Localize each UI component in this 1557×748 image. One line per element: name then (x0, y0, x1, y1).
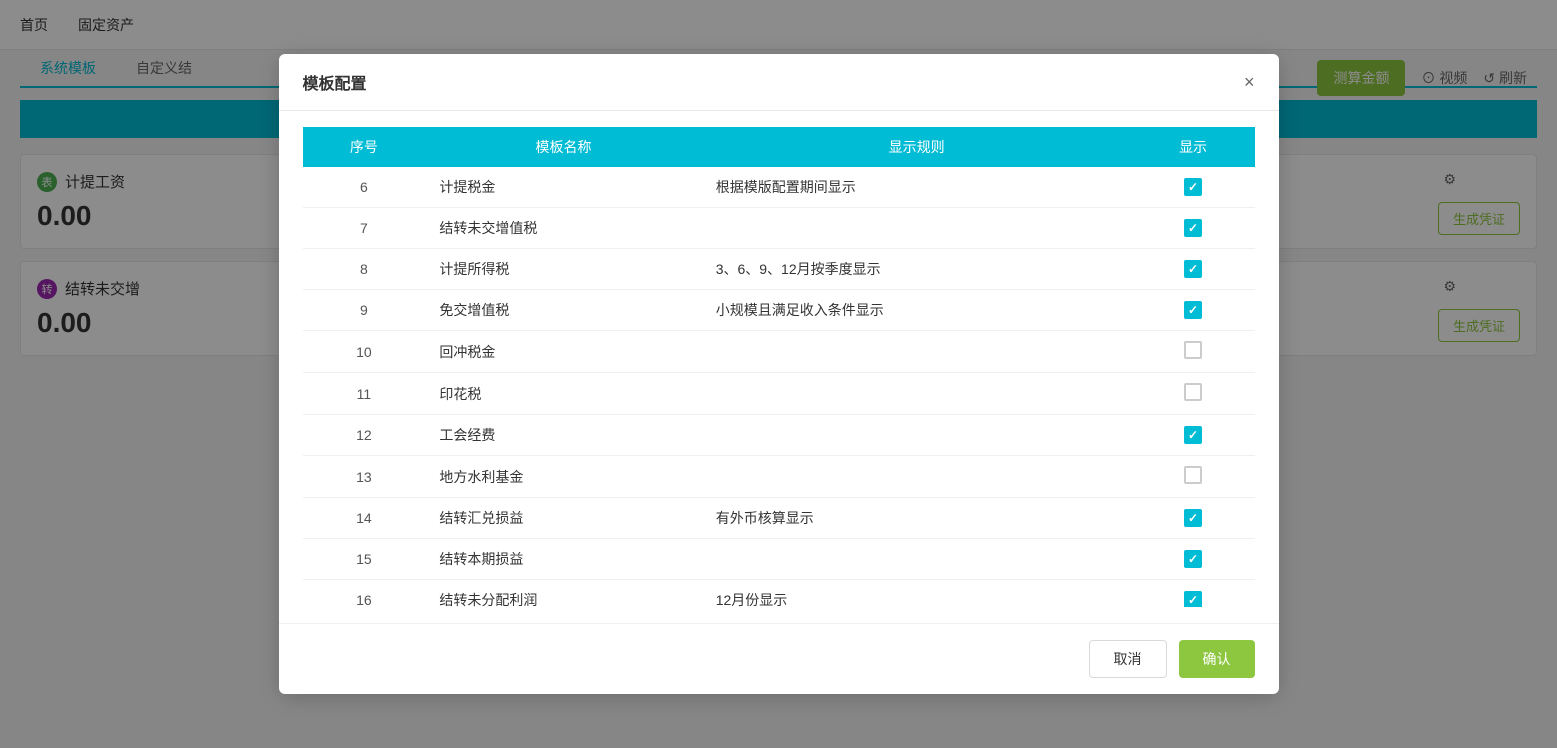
checkbox[interactable] (1184, 383, 1202, 401)
table-scroll-wrapper[interactable]: 序号 模板名称 显示规则 显示 6计提税金根据模版配置期间显示7结转未交增值税8… (303, 127, 1255, 607)
cell-name: 结转本期损益 (425, 539, 701, 580)
cell-rule (702, 331, 1132, 373)
close-button[interactable]: × (1244, 73, 1255, 91)
cell-id: 11 (303, 373, 426, 415)
cell-checkbox[interactable] (1132, 539, 1255, 580)
table-row: 13地方水利基金 (303, 456, 1255, 498)
cell-name: 免交增值税 (425, 290, 701, 331)
cell-checkbox[interactable] (1132, 580, 1255, 608)
confirm-button[interactable]: 确认 (1179, 640, 1255, 678)
cell-rule: 根据模版配置期间显示 (702, 167, 1132, 208)
table-row: 16结转未分配利润12月份显示 (303, 580, 1255, 608)
cell-rule: 小规模且满足收入条件显示 (702, 290, 1132, 331)
table-row: 7结转未交增值税 (303, 208, 1255, 249)
cell-id: 9 (303, 290, 426, 331)
table-row: 9免交增值税小规模且满足收入条件显示 (303, 290, 1255, 331)
cell-rule: 12月份显示 (702, 580, 1132, 608)
modal-header: 模板配置 × (279, 54, 1279, 111)
cell-checkbox[interactable] (1132, 167, 1255, 208)
checkbox[interactable] (1184, 466, 1202, 484)
col-header-rule: 显示规则 (702, 127, 1132, 167)
modal-overlay: 模板配置 × 序号 模板名称 显示规则 显示 6计提税金根据模版配置期间显 (0, 0, 1557, 748)
cell-name: 计提所得税 (425, 249, 701, 290)
table-row: 6计提税金根据模版配置期间显示 (303, 167, 1255, 208)
cell-id: 6 (303, 167, 426, 208)
cell-checkbox[interactable] (1132, 456, 1255, 498)
cell-rule: 3、6、9、12月按季度显示 (702, 249, 1132, 290)
table-row: 15结转本期损益 (303, 539, 1255, 580)
cell-checkbox[interactable] (1132, 415, 1255, 456)
cell-id: 16 (303, 580, 426, 608)
cell-id: 8 (303, 249, 426, 290)
checkbox[interactable] (1184, 591, 1202, 607)
cell-id: 10 (303, 331, 426, 373)
cancel-button[interactable]: 取消 (1089, 640, 1167, 678)
checkbox[interactable] (1184, 341, 1202, 359)
cell-checkbox[interactable] (1132, 331, 1255, 373)
modal-body: 序号 模板名称 显示规则 显示 6计提税金根据模版配置期间显示7结转未交增值税8… (279, 111, 1279, 623)
col-header-name: 模板名称 (425, 127, 701, 167)
modal-template-config: 模板配置 × 序号 模板名称 显示规则 显示 6计提税金根据模版配置期间显 (279, 54, 1279, 694)
cell-rule (702, 415, 1132, 456)
cell-checkbox[interactable] (1132, 290, 1255, 331)
cell-name: 回冲税金 (425, 331, 701, 373)
cell-rule (702, 373, 1132, 415)
checkbox[interactable] (1184, 219, 1202, 237)
table-row: 10回冲税金 (303, 331, 1255, 373)
cell-name: 计提税金 (425, 167, 701, 208)
cell-name: 结转汇兑损益 (425, 498, 701, 539)
cell-rule (702, 208, 1132, 249)
checkbox[interactable] (1184, 426, 1202, 444)
config-table: 序号 模板名称 显示规则 显示 6计提税金根据模版配置期间显示7结转未交增值税8… (303, 127, 1255, 607)
cell-id: 13 (303, 456, 426, 498)
table-body: 6计提税金根据模版配置期间显示7结转未交增值税8计提所得税3、6、9、12月按季… (303, 167, 1255, 607)
cell-checkbox[interactable] (1132, 498, 1255, 539)
cell-name: 结转未交增值税 (425, 208, 701, 249)
col-header-display: 显示 (1132, 127, 1255, 167)
modal-title: 模板配置 (303, 70, 367, 94)
cell-name: 地方水利基金 (425, 456, 701, 498)
cell-rule (702, 539, 1132, 580)
col-header-id: 序号 (303, 127, 426, 167)
table-row: 12工会经费 (303, 415, 1255, 456)
cell-name: 印花税 (425, 373, 701, 415)
checkbox[interactable] (1184, 550, 1202, 568)
cell-id: 14 (303, 498, 426, 539)
checkbox[interactable] (1184, 260, 1202, 278)
cell-id: 12 (303, 415, 426, 456)
cell-name: 工会经费 (425, 415, 701, 456)
table-header: 序号 模板名称 显示规则 显示 (303, 127, 1255, 167)
checkbox[interactable] (1184, 509, 1202, 527)
cell-checkbox[interactable] (1132, 373, 1255, 415)
table-row: 8计提所得税3、6、9、12月按季度显示 (303, 249, 1255, 290)
checkbox[interactable] (1184, 301, 1202, 319)
cell-id: 7 (303, 208, 426, 249)
table-row: 14结转汇兑损益有外币核算显示 (303, 498, 1255, 539)
checkbox[interactable] (1184, 178, 1202, 196)
cell-rule (702, 456, 1132, 498)
cell-checkbox[interactable] (1132, 208, 1255, 249)
table-row: 11印花税 (303, 373, 1255, 415)
cell-name: 结转未分配利润 (425, 580, 701, 608)
cell-checkbox[interactable] (1132, 249, 1255, 290)
cell-rule: 有外币核算显示 (702, 498, 1132, 539)
cell-id: 15 (303, 539, 426, 580)
modal-footer: 取消 确认 (279, 623, 1279, 694)
